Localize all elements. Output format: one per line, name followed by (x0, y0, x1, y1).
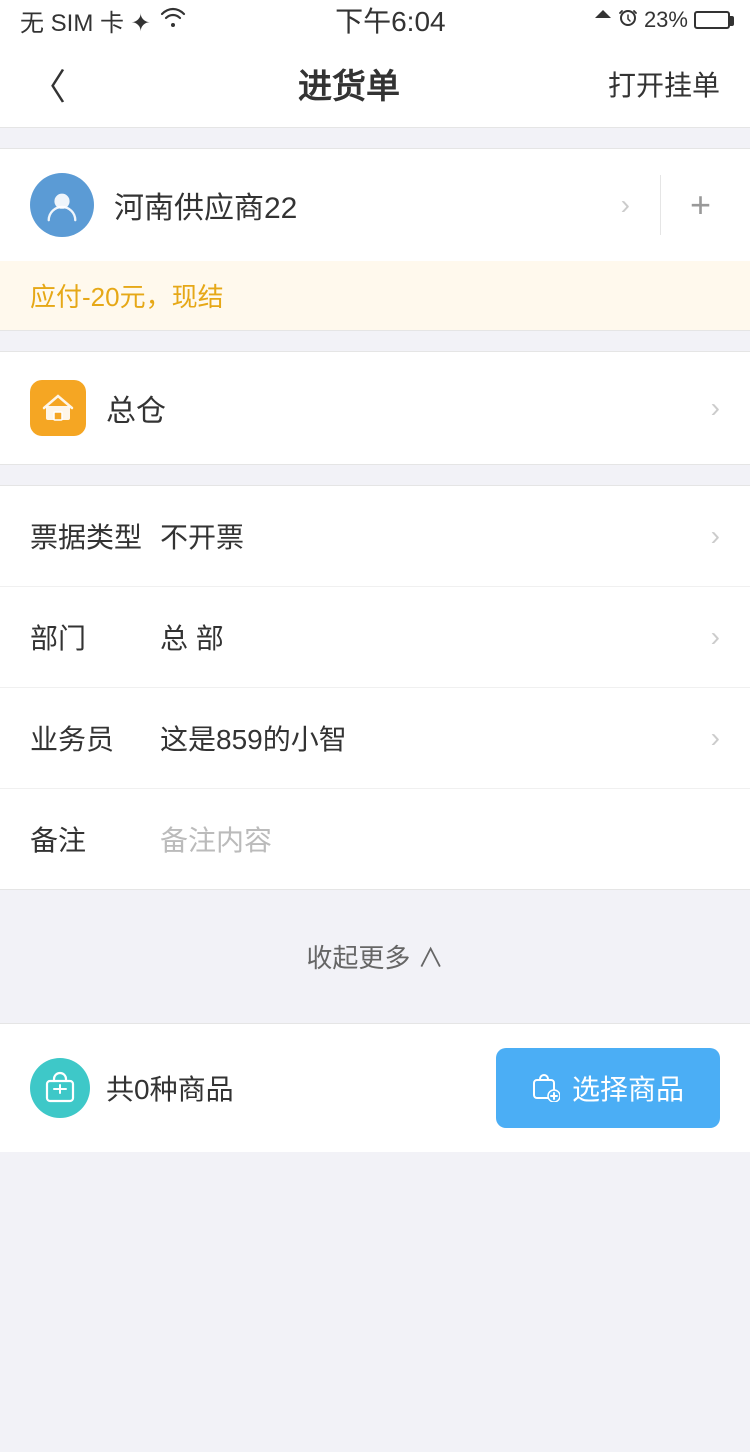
battery-percentage: 23% (644, 7, 688, 33)
collapse-button[interactable]: 收起更多 ∧ (0, 910, 750, 1003)
location-icon (594, 7, 612, 33)
bottom-bar: 共0种商品 选择商品 (0, 1023, 750, 1152)
supplier-name: 河南供应商22 (114, 183, 621, 227)
invoice-type-row[interactable]: 票据类型 不开票 › (0, 486, 750, 587)
invoice-value: 不开票 (150, 516, 711, 556)
warehouse-chevron-icon: › (711, 392, 720, 424)
product-icon (30, 1058, 90, 1118)
wifi-icon (159, 6, 187, 34)
invoice-chevron-icon: › (711, 520, 720, 552)
open-pending-button[interactable]: 打开挂单 (608, 64, 720, 104)
department-row[interactable]: 部门 总 部 › (0, 587, 750, 688)
section-gap-1 (0, 128, 750, 148)
product-count-text: 共0种商品 (106, 1068, 234, 1108)
add-supplier-button[interactable]: + (660, 175, 720, 235)
battery-icon (694, 11, 730, 29)
invoice-label: 票据类型 (30, 516, 150, 556)
sim-label: 无 SIM 卡 ✦ (20, 3, 151, 38)
remark-row[interactable]: 备注 备注内容 (0, 789, 750, 889)
status-bar: 无 SIM 卡 ✦ 下午6:04 23% (0, 0, 750, 40)
remark-value[interactable]: 备注内容 (150, 819, 720, 859)
salesman-value: 这是859的小智 (150, 718, 711, 758)
department-label: 部门 (30, 617, 150, 657)
status-right: 23% (594, 7, 730, 33)
select-product-icon (532, 1074, 560, 1102)
product-count-section: 共0种商品 (30, 1058, 234, 1118)
warehouse-icon (30, 380, 86, 436)
notice-bar: 应付-20元，现结 (0, 261, 750, 330)
department-chevron-icon: › (711, 621, 720, 653)
warehouse-section[interactable]: 总仓 › (0, 351, 750, 465)
form-section: 票据类型 不开票 › 部门 总 部 › 业务员 这是859的小智 › 备注 备注… (0, 485, 750, 890)
salesman-label: 业务员 (30, 718, 150, 758)
warehouse-name: 总仓 (106, 386, 711, 430)
supplier-chevron-icon: › (621, 189, 630, 221)
department-value: 总 部 (150, 617, 711, 657)
supplier-section: 河南供应商22 › + 应付-20元，现结 (0, 148, 750, 331)
supplier-row[interactable]: 河南供应商22 › + (0, 149, 750, 261)
remark-label: 备注 (30, 819, 150, 859)
supplier-avatar (30, 173, 94, 237)
page-title: 进货单 (298, 59, 400, 108)
nav-bar: 〈 进货单 打开挂单 (0, 40, 750, 128)
salesman-chevron-icon: › (711, 722, 720, 754)
status-left: 无 SIM 卡 ✦ (20, 3, 187, 38)
back-button[interactable]: 〈 (30, 58, 90, 110)
select-product-button[interactable]: 选择商品 (496, 1048, 720, 1128)
status-time: 下午6:04 (335, 0, 446, 40)
select-product-label: 选择商品 (572, 1068, 684, 1108)
alarm-icon (618, 7, 638, 33)
salesman-row[interactable]: 业务员 这是859的小智 › (0, 688, 750, 789)
page-background (0, 1152, 750, 1452)
